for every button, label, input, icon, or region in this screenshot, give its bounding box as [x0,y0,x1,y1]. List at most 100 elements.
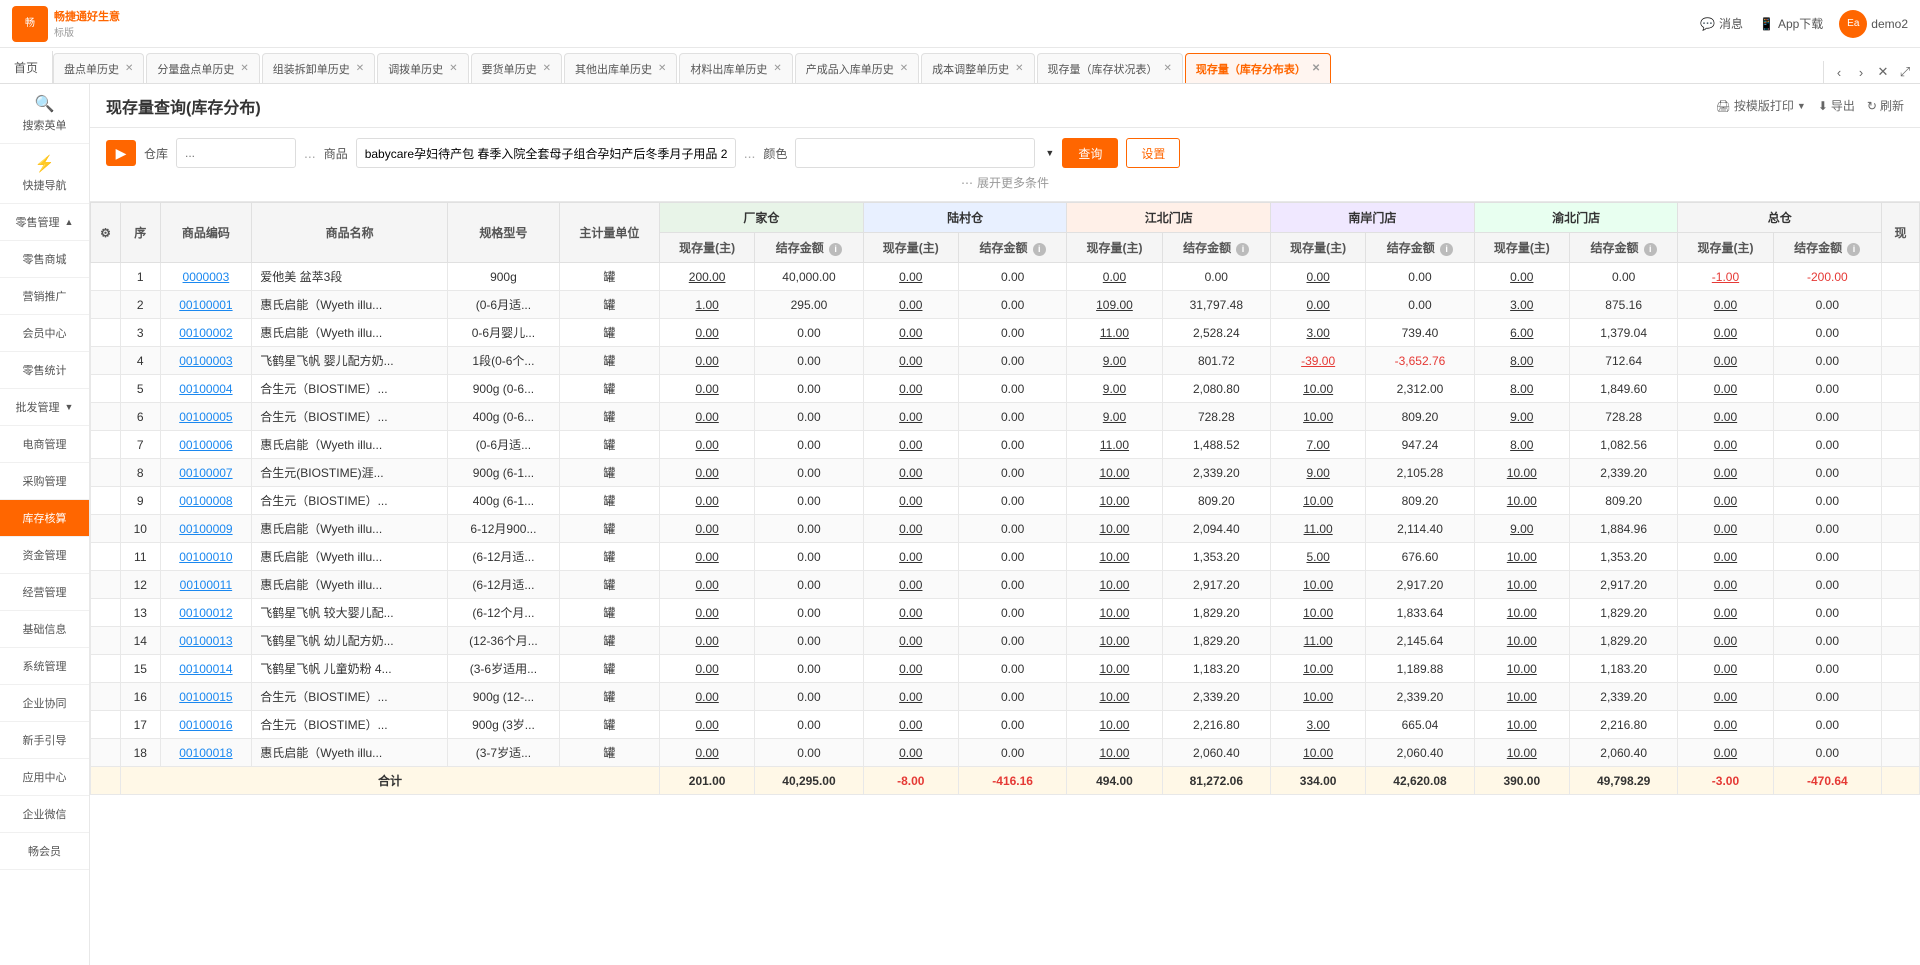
tab-close-7[interactable]: ✕ [773,63,781,74]
app-download-button[interactable]: 📱 App下载 [1759,15,1823,32]
tab-close-11[interactable]: ✕ [1312,63,1320,74]
user-profile[interactable]: Ea demo2 [1839,10,1908,38]
factory-amount-cell: 0.00 [755,571,864,599]
sidebar-item-member[interactable]: 会员中心 [0,315,89,352]
lushan-amount-cell: 0.00 [958,263,1067,291]
lushan-amount-info-icon[interactable]: i [1033,243,1046,256]
sidebar-item-guide[interactable]: 新手引导 [0,722,89,759]
tab-close-8[interactable]: ✕ [900,63,908,74]
warehouse-input[interactable] [176,138,296,168]
tab-close-1[interactable]: ✕ [125,63,133,74]
sidebar-item-wholesale[interactable]: 批发管理 ▼ [0,389,89,426]
tab-4[interactable]: 调拨单历史✕ [377,53,468,83]
color-input[interactable] [795,138,1035,168]
tab-home[interactable]: 首页 [0,51,53,83]
col-spec-cell: 900g (3岁... [448,711,560,739]
factory-stock-cell: 0.00 [660,571,755,599]
jiangbei-amount-info-icon[interactable]: i [1236,243,1249,256]
jiangbei-amount-cell: 728.28 [1162,403,1271,431]
current-cell [1882,403,1920,431]
col-name-cell: 合生元（BIOSTIME）... [252,683,448,711]
tab-close-2[interactable]: ✕ [240,63,248,74]
avatar-text: Ea [1847,18,1859,29]
total-stock-cell: 0.00 [1678,599,1773,627]
color-label: 颜色 [763,145,787,162]
tab-close-all-button[interactable]: ✕ [1872,61,1894,83]
sidebar-item-inventory[interactable]: 库存核算 [0,500,89,537]
sidebar-item-marketing[interactable]: 营销推广 [0,278,89,315]
col-unit-cell: 罐 [559,515,659,543]
total-amount-info-icon[interactable]: i [1847,243,1860,256]
col-settings[interactable]: ⚙ [91,203,121,263]
sidebar-item-weixin[interactable]: 企业微信 [0,796,89,833]
sidebar-item-retail-shop[interactable]: 零售商城 [0,241,89,278]
settings-button[interactable]: 设置 [1126,138,1180,168]
tab-10[interactable]: 现存量（库存状况表）✕ [1037,53,1183,83]
factory-stock-cell: 0.00 [660,347,755,375]
sidebar-item-system[interactable]: 系统管理 [0,648,89,685]
group-total-header: 总仓 [1678,203,1882,233]
chevron-down-icon-2: ▼ [65,402,74,412]
tab-maximize-button[interactable]: ⤢ [1894,61,1916,83]
sidebar-item-retail[interactable]: 零售管理 ▲ [0,204,89,241]
table-row: 16 00100015 合生元（BIOSTIME）... 900g (12-..… [91,683,1920,711]
tab-1[interactable]: 盘点单历史✕ [53,53,144,83]
sidebar-item-finance[interactable]: 资金管理 [0,537,89,574]
tab-close-4[interactable]: ✕ [449,63,457,74]
sidebar-item-appcenter[interactable]: 应用中心 [0,759,89,796]
nanan-amount-info-icon[interactable]: i [1440,243,1453,256]
message-icon: 💬 [1700,17,1715,31]
total-amount-cell: 0.00 [1773,739,1882,767]
message-button[interactable]: 💬 消息 [1700,15,1743,32]
tab-close-3[interactable]: ✕ [356,63,364,74]
factory-amount-info-icon[interactable]: i [829,243,842,256]
tab-11[interactable]: 现存量（库存分布表）✕ [1185,53,1331,83]
tab-close-9[interactable]: ✕ [1015,63,1023,74]
sidebar-item-member2[interactable]: 畅会员 [0,833,89,870]
print-button[interactable]: 🖨 按模版打印 ▼ [1716,97,1806,114]
col-name-cell: 爱他美 盆萃3段 [252,263,448,291]
export-button[interactable]: ⬇ 导出 [1818,97,1855,114]
nanan-amount-cell: 2,339.20 [1366,683,1475,711]
filter-toggle-button[interactable]: ▶ [106,140,136,166]
tab-9[interactable]: 成本调整单历史✕ [921,53,1034,83]
warehouse-dots[interactable]: ... [304,145,316,161]
total-amount-cell: 0.00 [1773,543,1882,571]
col-code-cell: 00100004 [160,375,252,403]
tab-7[interactable]: 材料出库单历史✕ [679,53,792,83]
product-dots[interactable]: ... [744,145,756,161]
yubei-amount-info-icon[interactable]: i [1644,243,1657,256]
tab-3[interactable]: 组装拆卸单历史✕ [262,53,375,83]
tab-6[interactable]: 其他出库单历史✕ [564,53,677,83]
tab-close-10[interactable]: ✕ [1164,63,1172,74]
lushan-stock-cell: 0.00 [863,655,958,683]
sidebar-item-corp[interactable]: 企业协同 [0,685,89,722]
tab-2[interactable]: 分量盘点单历史✕ [146,53,259,83]
sidebar-item-quicknav[interactable]: ⚡ 快捷导航 [0,144,89,204]
sidebar-item-search[interactable]: 🔍 搜索英单 [0,84,89,144]
tab-8[interactable]: 产成品入库单历史✕ [795,53,919,83]
sidebar-item-ecommerce[interactable]: 电商管理 [0,426,89,463]
sidebar-item-basic[interactable]: 基础信息 [0,611,89,648]
sidebar-item-retail-stats[interactable]: 零售统计 [0,352,89,389]
col-spec-cell: (0-6月适... [448,431,560,459]
tab-next-button[interactable]: › [1850,61,1872,83]
total-stock-cell: 0.00 [1678,683,1773,711]
lushan-amount-cell: 0.00 [958,347,1067,375]
sidebar-item-purchase[interactable]: 采购管理 [0,463,89,500]
refresh-button[interactable]: ↻ 刷新 [1867,97,1904,114]
tab-close-5[interactable]: ✕ [543,63,551,74]
jiangbei-amount-cell: 2,094.40 [1162,515,1271,543]
lushan-amount-cell: 0.00 [958,599,1067,627]
tab-prev-button[interactable]: ‹ [1828,61,1850,83]
sidebar-item-operations[interactable]: 经营管理 [0,574,89,611]
product-input[interactable] [356,138,736,168]
current-cell [1882,431,1920,459]
query-button[interactable]: 查询 [1062,138,1118,168]
color-dropdown-icon[interactable]: ▼ [1045,148,1054,158]
group-lushan-header: 陆村仓 [863,203,1067,233]
col-name-cell: 飞鹤星飞帆 儿童奶粉 4... [252,655,448,683]
filter-expand-button[interactable]: ⋯ 展开更多条件 [106,174,1904,191]
tab-close-6[interactable]: ✕ [658,63,666,74]
tab-5[interactable]: 要货单历史✕ [471,53,562,83]
